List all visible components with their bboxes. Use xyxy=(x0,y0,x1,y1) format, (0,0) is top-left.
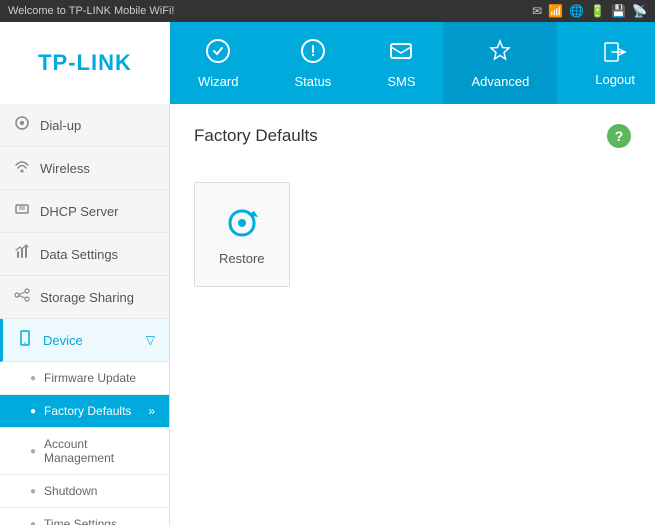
header: TP-LINK Wizard Status xyxy=(0,22,655,104)
signal-status-icon: 📶 xyxy=(548,4,563,18)
logout-button[interactable]: Logout xyxy=(575,22,655,104)
sub-account-label: Account Management xyxy=(44,437,155,465)
sms-icon xyxy=(388,38,414,70)
sidebar-item-wireless[interactable]: Wireless xyxy=(0,147,169,190)
sidebar-data-settings-label: Data Settings xyxy=(40,247,155,262)
help-button[interactable]: ? xyxy=(607,124,631,148)
sidebar: Dial-up Wireless DHCP Server xyxy=(0,104,170,525)
wizard-icon xyxy=(205,38,231,70)
sidebar-dial-up-label: Dial-up xyxy=(40,118,155,133)
nav-items: Wizard Status SMS xyxy=(170,22,575,104)
restore-icon xyxy=(222,203,262,243)
shutdown-bullet: ● xyxy=(30,486,36,497)
account-bullet: ● xyxy=(30,446,36,457)
page-title: Factory Defaults xyxy=(194,126,318,146)
logout-label: Logout xyxy=(595,72,635,87)
sub-firmware-label: Firmware Update xyxy=(44,371,136,385)
sidebar-item-storage-sharing[interactable]: Storage Sharing xyxy=(0,276,169,319)
sub-shutdown-label: Shutdown xyxy=(44,484,97,498)
sub-item-shutdown[interactable]: ● Shutdown xyxy=(0,475,169,508)
nav-sms-label: SMS xyxy=(387,74,415,89)
wifi-status-icon: 📡 xyxy=(632,4,647,18)
sidebar-item-device[interactable]: Device ▽ xyxy=(0,319,169,362)
dhcp-icon xyxy=(14,201,30,221)
firmware-bullet: ● xyxy=(30,373,36,384)
nav-wizard-label: Wizard xyxy=(198,74,238,89)
sub-item-account-management[interactable]: ● Account Management xyxy=(0,428,169,475)
globe-status-icon: 🌐 xyxy=(569,4,584,18)
sidebar-item-dial-up[interactable]: Dial-up xyxy=(0,104,169,147)
storage-status-icon: 💾 xyxy=(611,4,626,18)
logout-icon xyxy=(602,39,628,68)
time-bullet: ● xyxy=(30,519,36,525)
sub-item-factory-defaults[interactable]: ● Factory Defaults » xyxy=(0,395,169,428)
sidebar-storage-sharing-label: Storage Sharing xyxy=(40,290,155,305)
factory-arrow-icon: » xyxy=(148,404,155,418)
nav-status-label: Status xyxy=(294,74,331,89)
email-status-icon: ✉ xyxy=(532,4,542,18)
restore-label: Restore xyxy=(219,251,265,266)
sidebar-wireless-label: Wireless xyxy=(40,161,155,176)
content-header: Factory Defaults ? xyxy=(194,124,631,148)
sidebar-device-label: Device xyxy=(43,333,136,348)
wireless-icon xyxy=(14,158,30,178)
status-bar: Welcome to TP-LINK Mobile WiFi! ✉ 📶 🌐 🔋 … xyxy=(0,0,655,22)
restore-area: Restore xyxy=(194,172,631,287)
nav-advanced-label: Advanced xyxy=(471,74,529,89)
device-icon xyxy=(17,330,33,350)
sidebar-dhcp-label: DHCP Server xyxy=(40,204,155,219)
nav-advanced[interactable]: Advanced xyxy=(443,22,557,104)
sub-item-time-settings[interactable]: ● Time Settings xyxy=(0,508,169,525)
advanced-icon xyxy=(487,38,513,70)
device-chevron-icon: ▽ xyxy=(146,333,155,347)
status-bar-title: Welcome to TP-LINK Mobile WiFi! xyxy=(8,5,174,17)
status-icon xyxy=(300,38,326,70)
restore-button[interactable]: Restore xyxy=(194,182,290,287)
sidebar-item-data-settings[interactable]: Data Settings xyxy=(0,233,169,276)
logo: TP-LINK xyxy=(38,50,132,76)
device-submenu: ● Firmware Update ● Factory Defaults » ●… xyxy=(0,362,169,525)
storage-sharing-icon xyxy=(14,287,30,307)
main-layout: Dial-up Wireless DHCP Server xyxy=(0,104,655,525)
status-icons: ✉ 📶 🌐 🔋 💾 📡 xyxy=(532,4,647,18)
nav-sms[interactable]: SMS xyxy=(359,22,443,104)
dial-up-icon xyxy=(14,115,30,135)
data-settings-icon xyxy=(14,244,30,264)
sub-item-firmware-update[interactable]: ● Firmware Update xyxy=(0,362,169,395)
factory-bullet: ● xyxy=(30,406,36,417)
nav-status[interactable]: Status xyxy=(266,22,359,104)
content-area: Factory Defaults ? Restore xyxy=(170,104,655,525)
logo-area: TP-LINK xyxy=(0,22,170,104)
battery-status-icon: 🔋 xyxy=(590,4,605,18)
sub-time-label: Time Settings xyxy=(44,517,117,525)
nav-wizard[interactable]: Wizard xyxy=(170,22,266,104)
sidebar-item-dhcp[interactable]: DHCP Server xyxy=(0,190,169,233)
sub-factory-label: Factory Defaults xyxy=(44,404,131,418)
